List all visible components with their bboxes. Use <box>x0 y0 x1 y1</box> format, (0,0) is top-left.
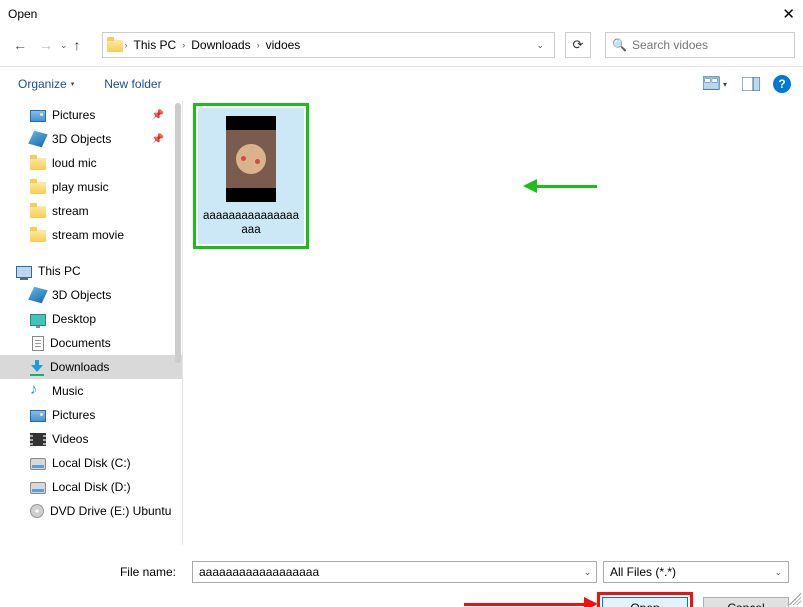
tree-item[interactable]: stream movie <box>0 223 182 247</box>
folder-icon <box>30 206 46 218</box>
recent-locations-button[interactable]: ⌄ <box>60 40 68 51</box>
3d-objects-icon <box>28 131 48 148</box>
pictures-icon <box>30 410 46 422</box>
window-title: Open <box>8 7 775 21</box>
disk-icon <box>30 482 46 494</box>
chevron-down-icon: ▾ <box>71 80 75 88</box>
tree-item-this-pc[interactable]: This PC <box>0 259 182 283</box>
view-options-button[interactable]: ▾ <box>703 72 727 96</box>
new-folder-label: New folder <box>104 77 161 91</box>
back-button[interactable]: ← <box>10 35 30 55</box>
folder-icon <box>30 230 46 242</box>
tree-item[interactable]: loud mic <box>0 151 182 175</box>
annotation-arrow-green <box>523 179 597 193</box>
chevron-right-icon[interactable]: › <box>180 40 187 50</box>
navigation-bar: ← → ⌄ ↑ › This PC › Downloads › vidoes ⌄… <box>0 28 803 62</box>
folder-icon <box>30 182 46 194</box>
bottom-panel: File name: ⌄ All Files (*.*) ⌄ Open Canc… <box>0 545 803 607</box>
title-bar: Open ✕ <box>0 0 803 28</box>
annotation-highlight: Open <box>597 592 693 607</box>
file-type-label: All Files (*.*) <box>610 565 676 579</box>
refresh-button[interactable]: ⟳ <box>565 32 591 58</box>
file-name-label: File name: <box>14 565 186 579</box>
search-icon: 🔍 <box>612 38 626 52</box>
tree-item[interactable]: DVD Drive (E:) Ubuntu <box>0 499 182 523</box>
tree-item[interactable]: Pictures 📌 <box>0 103 182 127</box>
dialog-body: Pictures 📌 3D Objects 📌 loud mic play mu… <box>0 101 803 545</box>
tree-item[interactable]: Videos <box>0 427 182 451</box>
organize-label: Organize <box>18 77 67 91</box>
documents-icon <box>32 336 44 351</box>
scrollbar-thumb[interactable] <box>175 103 181 363</box>
video-thumbnail <box>226 116 276 202</box>
resize-grip[interactable] <box>789 593 801 605</box>
cancel-button[interactable]: Cancel <box>703 597 789 607</box>
tree-item[interactable]: Pictures <box>0 403 182 427</box>
file-item[interactable]: aaaaaaaaaaaaaaaaaa <box>198 108 304 244</box>
close-icon[interactable]: ✕ <box>775 5 795 23</box>
desktop-icon <box>30 314 46 326</box>
preview-pane-button[interactable] <box>739 72 763 96</box>
tree-item[interactable]: Local Disk (D:) <box>0 475 182 499</box>
chevron-right-icon[interactable]: › <box>255 40 262 50</box>
music-icon: ♪ <box>30 383 46 399</box>
3d-objects-icon <box>28 287 48 304</box>
file-name-combobox[interactable]: ⌄ <box>192 561 597 583</box>
folder-icon <box>30 158 46 170</box>
disk-icon <box>30 458 46 470</box>
chevron-down-icon: ▾ <box>723 80 727 89</box>
tree-item[interactable]: stream <box>0 199 182 223</box>
tree-item[interactable]: ♪ Music <box>0 379 182 403</box>
tree-item[interactable]: Local Disk (C:) <box>0 451 182 475</box>
tree-item-downloads[interactable]: Downloads <box>0 355 182 379</box>
toolbar: Organize ▾ New folder ▾ ? <box>0 67 803 101</box>
pin-icon: 📌 <box>152 134 164 145</box>
tree-item[interactable]: Documents <box>0 331 182 355</box>
tree-item[interactable]: Desktop <box>0 307 182 331</box>
chevron-right-icon[interactable]: › <box>123 40 130 50</box>
breadcrumb[interactable]: vidoes <box>262 38 305 52</box>
file-type-filter[interactable]: All Files (*.*) ⌄ <box>603 561 789 583</box>
tree-item[interactable]: 3D Objects 📌 <box>0 127 182 151</box>
file-name: aaaaaaaaaaaaaaaaaa <box>202 210 300 238</box>
download-icon <box>30 360 44 374</box>
navigation-tree[interactable]: Pictures 📌 3D Objects 📌 loud mic play mu… <box>0 101 183 545</box>
annotation-highlight: aaaaaaaaaaaaaaaaaa <box>193 103 309 249</box>
new-folder-button[interactable]: New folder <box>98 73 167 95</box>
search-box[interactable]: 🔍 <box>605 32 795 58</box>
address-bar[interactable]: › This PC › Downloads › vidoes ⌄ <box>102 32 555 58</box>
breadcrumb[interactable]: This PC <box>130 38 181 52</box>
open-button[interactable]: Open <box>602 597 688 607</box>
videos-icon <box>30 433 46 446</box>
pictures-icon <box>30 110 46 122</box>
pin-icon: 📌 <box>152 110 164 121</box>
file-list[interactable]: aaaaaaaaaaaaaaaaaa <box>183 101 803 545</box>
organize-button[interactable]: Organize ▾ <box>12 73 80 95</box>
chevron-down-icon[interactable]: ⌄ <box>578 567 596 578</box>
annotation-arrow-red <box>464 597 598 607</box>
folder-icon <box>107 40 123 52</box>
address-history-button[interactable]: ⌄ <box>530 40 550 51</box>
tree-item[interactable]: 3D Objects <box>0 283 182 307</box>
help-button[interactable]: ? <box>773 75 791 93</box>
tree-item[interactable]: play music <box>0 175 182 199</box>
search-input[interactable] <box>632 38 788 52</box>
breadcrumb[interactable]: Downloads <box>187 38 254 52</box>
file-name-input[interactable] <box>193 565 578 579</box>
forward-button: → <box>36 35 56 55</box>
chevron-down-icon: ⌄ <box>774 567 782 578</box>
up-button[interactable]: ↑ <box>74 37 92 53</box>
this-pc-icon <box>16 266 32 278</box>
dvd-icon <box>30 504 44 518</box>
